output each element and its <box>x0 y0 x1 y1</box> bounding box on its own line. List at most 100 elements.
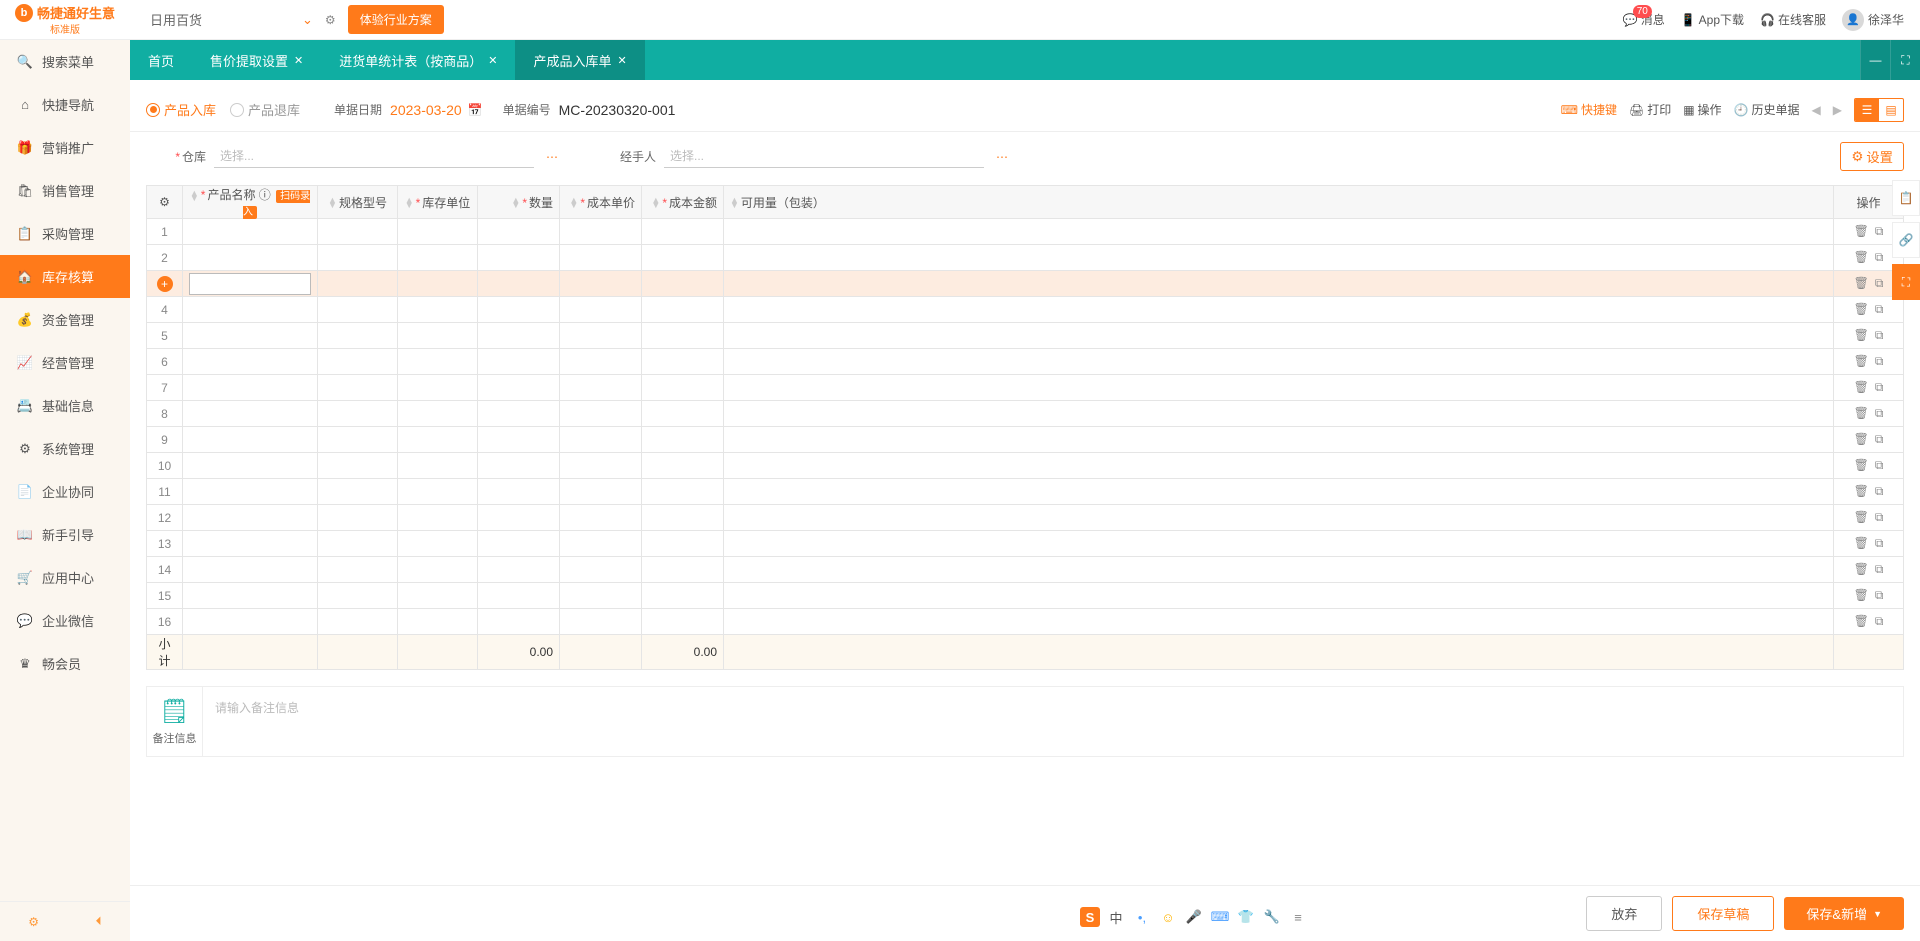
ime-punct-icon[interactable]: •, <box>1132 907 1152 927</box>
cell-price[interactable] <box>560 505 642 531</box>
copy-icon[interactable]: ⧉ <box>1875 250 1884 264</box>
cell-unit[interactable] <box>398 323 478 349</box>
cell-price[interactable] <box>560 453 642 479</box>
cell-amount[interactable] <box>642 219 724 245</box>
gear-icon[interactable]: ⚙ <box>325 13 336 27</box>
cell-product[interactable] <box>183 375 318 401</box>
ime-tool-icon[interactable]: 🔧 <box>1262 907 1282 927</box>
cell-unit[interactable] <box>398 349 478 375</box>
col-qty[interactable]: ▲▼*数量 <box>478 186 560 219</box>
ime-menu-icon[interactable]: ≡ <box>1288 907 1308 927</box>
cell-qty[interactable] <box>478 349 560 375</box>
cell-spec[interactable] <box>318 297 398 323</box>
cell-amount[interactable] <box>642 401 724 427</box>
cell-qty[interactable] <box>478 531 560 557</box>
tab-expand-button[interactable]: ⛶ <box>1890 40 1920 80</box>
cell-available[interactable] <box>724 557 1834 583</box>
table-row[interactable]: 16🗑⧉ <box>147 609 1904 635</box>
copy-icon[interactable]: ⧉ <box>1875 328 1884 342</box>
cell-unit[interactable] <box>398 427 478 453</box>
delete-icon[interactable]: 🗑 <box>1854 406 1869 420</box>
cell-available[interactable] <box>724 219 1834 245</box>
product-input[interactable] <box>189 273 311 295</box>
try-plan-button[interactable]: 体验行业方案 <box>348 5 444 34</box>
cell-price[interactable] <box>560 323 642 349</box>
cell-qty[interactable] <box>478 245 560 271</box>
save-draft-button[interactable]: 保存草稿 <box>1672 896 1774 931</box>
delete-icon[interactable]: 🗑 <box>1854 224 1869 238</box>
delete-icon[interactable]: 🗑 <box>1854 510 1869 524</box>
col-product[interactable]: ▲▼*产品名称 ⓘ 扫码录入 <box>183 186 318 219</box>
cell-unit[interactable] <box>398 219 478 245</box>
table-row[interactable]: 13🗑⧉ <box>147 531 1904 557</box>
sidebar-item-0[interactable]: 🔍搜索菜单 <box>0 40 130 83</box>
col-available[interactable]: ▲▼可用量（包装） <box>724 186 1834 219</box>
cell-spec[interactable] <box>318 245 398 271</box>
warehouse-more-icon[interactable]: ⋯ <box>546 150 558 164</box>
sidebar-item-9[interactable]: ⚙系统管理 <box>0 427 130 470</box>
tab-3[interactable]: 产成品入库单✕ <box>515 40 644 80</box>
delete-icon[interactable]: 🗑 <box>1854 302 1869 316</box>
table-row[interactable]: 10🗑⧉ <box>147 453 1904 479</box>
sidebar-item-12[interactable]: 🛒应用中心 <box>0 556 130 599</box>
cell-available[interactable] <box>724 349 1834 375</box>
cell-amount[interactable] <box>642 375 724 401</box>
ime-lang[interactable]: 中 <box>1106 907 1126 927</box>
copy-icon[interactable]: ⧉ <box>1875 562 1884 576</box>
discard-button[interactable]: 放弃 <box>1586 896 1662 931</box>
cell-spec[interactable] <box>318 453 398 479</box>
remarks-input[interactable] <box>203 687 1903 743</box>
cell-spec[interactable] <box>318 375 398 401</box>
cell-product[interactable] <box>183 401 318 427</box>
copy-icon[interactable]: ⧉ <box>1875 302 1884 316</box>
cell-available[interactable] <box>724 297 1834 323</box>
cell-product[interactable] <box>183 271 318 297</box>
cell-unit[interactable] <box>398 297 478 323</box>
cell-amount[interactable] <box>642 349 724 375</box>
delete-icon[interactable]: 🗑 <box>1854 588 1869 602</box>
copy-icon[interactable]: ⧉ <box>1875 432 1884 446</box>
copy-icon[interactable]: ⧉ <box>1875 536 1884 550</box>
copy-icon[interactable]: ⧉ <box>1875 406 1884 420</box>
user-menu[interactable]: 👤 徐泽华 <box>1842 9 1904 31</box>
cell-unit[interactable] <box>398 453 478 479</box>
cell-unit[interactable] <box>398 375 478 401</box>
cell-price[interactable] <box>560 531 642 557</box>
close-icon[interactable]: ✕ <box>488 54 497 67</box>
cell-qty[interactable] <box>478 557 560 583</box>
ime-voice-icon[interactable]: 🎤 <box>1184 907 1204 927</box>
app-download-button[interactable]: 📱 App下载 <box>1681 11 1744 28</box>
delete-icon[interactable]: 🗑 <box>1854 536 1869 550</box>
copy-icon[interactable]: ⧉ <box>1875 354 1884 368</box>
cell-available[interactable] <box>724 245 1834 271</box>
cell-unit[interactable] <box>398 557 478 583</box>
close-icon[interactable]: ✕ <box>618 54 627 67</box>
delete-icon[interactable]: 🗑 <box>1854 484 1869 498</box>
col-amount[interactable]: ▲▼*成本金额 <box>642 186 724 219</box>
cell-price[interactable] <box>560 219 642 245</box>
cell-qty[interactable] <box>478 401 560 427</box>
cell-product[interactable] <box>183 557 318 583</box>
cell-amount[interactable] <box>642 609 724 635</box>
cell-amount[interactable] <box>642 531 724 557</box>
table-row[interactable]: 14🗑⧉ <box>147 557 1904 583</box>
cell-spec[interactable] <box>318 531 398 557</box>
cell-product[interactable] <box>183 583 318 609</box>
cell-unit[interactable] <box>398 479 478 505</box>
table-row[interactable]: 7🗑⧉ <box>147 375 1904 401</box>
cell-available[interactable] <box>724 583 1834 609</box>
doc-date-value[interactable]: 2023-03-20 <box>390 102 462 118</box>
cell-amount[interactable] <box>642 271 724 297</box>
cell-available[interactable] <box>724 427 1834 453</box>
col-spec[interactable]: ▲▼规格型号 <box>318 186 398 219</box>
sidebar-item-7[interactable]: 📈经营管理 <box>0 341 130 384</box>
close-icon[interactable]: ✕ <box>294 54 303 67</box>
ime-keyboard-icon[interactable]: ⌨ <box>1210 907 1230 927</box>
cell-product[interactable] <box>183 219 318 245</box>
table-row[interactable]: 5🗑⧉ <box>147 323 1904 349</box>
cell-unit[interactable] <box>398 531 478 557</box>
tab-0[interactable]: 首页 <box>130 40 192 80</box>
cell-available[interactable] <box>724 375 1834 401</box>
table-row[interactable]: 9🗑⧉ <box>147 427 1904 453</box>
operate-button[interactable]: ▦ 操作 <box>1683 101 1721 118</box>
